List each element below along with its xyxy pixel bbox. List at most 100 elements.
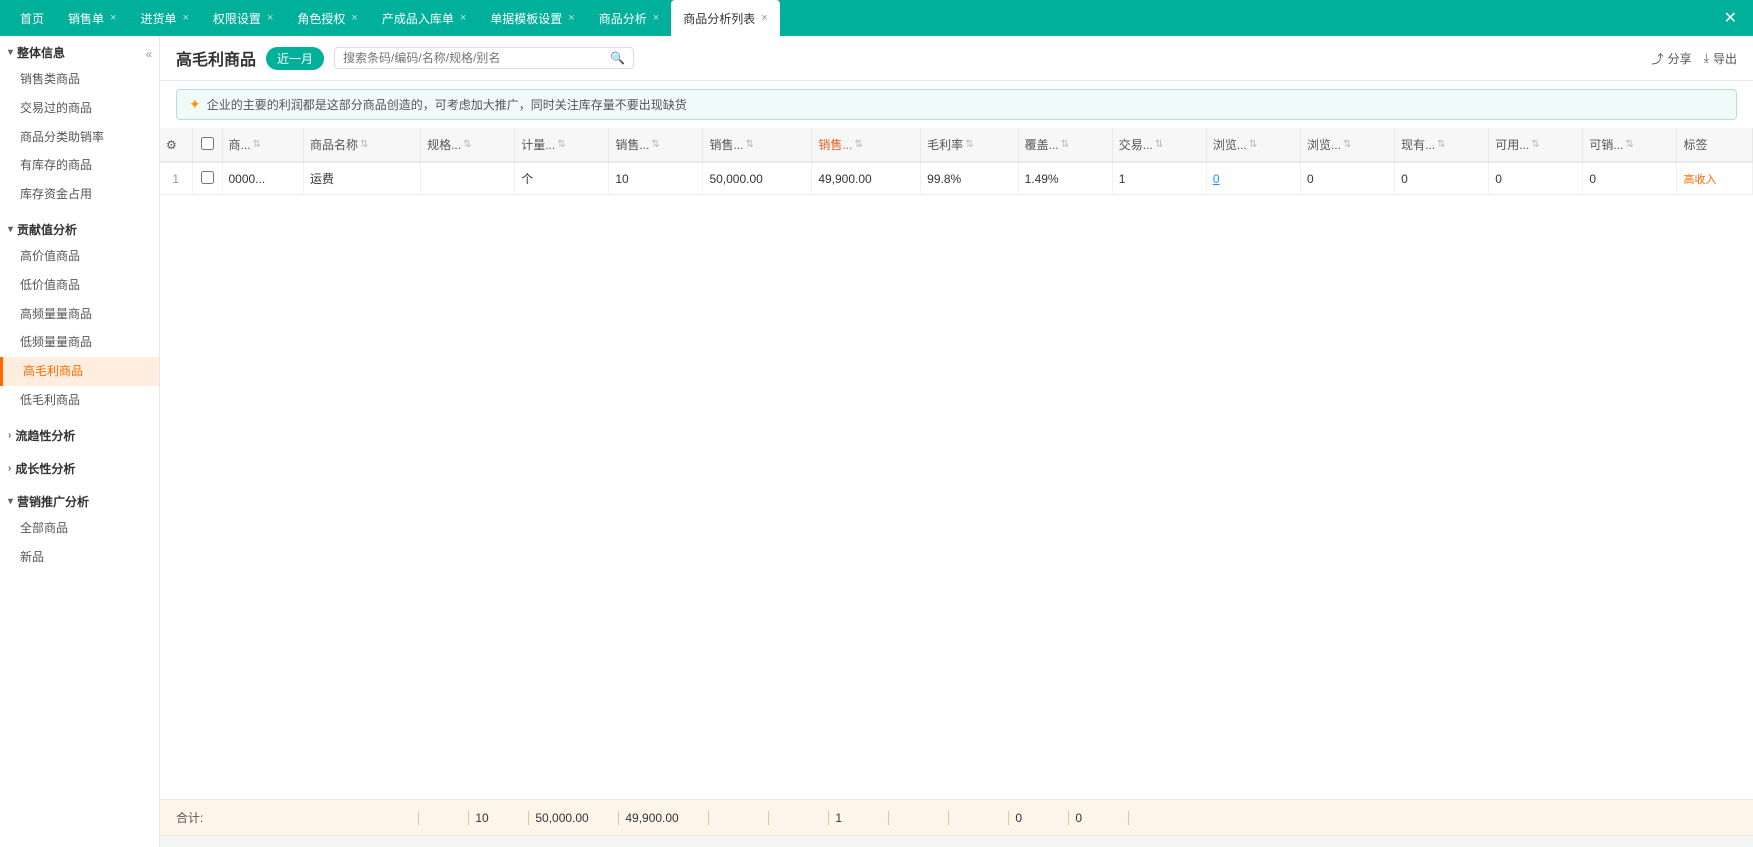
tab-analysis[interactable]: 商品分析 × [587, 0, 671, 36]
sidebar-item-high-value[interactable]: 高价值商品 [0, 242, 159, 271]
tab-template[interactable]: 单据模板设置 × [478, 0, 586, 36]
tab-analysis-list[interactable]: 商品分析列表 × [671, 0, 779, 36]
export-icon: ⤓ [1704, 51, 1709, 66]
cell-num: 1 [160, 162, 192, 195]
cell-browse1[interactable]: 0 [1206, 162, 1300, 195]
th-settings[interactable]: ⚙ [160, 128, 192, 162]
tab-analysis-list-close[interactable]: × [761, 12, 767, 24]
th-code[interactable]: 商... ⇅ [222, 128, 304, 162]
footer-cell-browse2 [949, 811, 1009, 825]
sort-sellable-icon: ⇅ [1625, 139, 1633, 150]
search-icon[interactable]: 🔍 [610, 51, 625, 65]
cell-tag: 高收入 [1677, 162, 1753, 195]
cell-checkbox[interactable] [192, 162, 222, 195]
sidebar-item-high-freq[interactable]: 高频量量商品 [0, 300, 159, 329]
select-all-checkbox[interactable] [201, 137, 214, 150]
th-margin-rate[interactable]: 毛利率 ⇅ [921, 128, 1018, 162]
sidebar-collapse-btn[interactable]: « [139, 44, 159, 64]
cell-spec [421, 162, 515, 195]
filter-recent-month[interactable]: 近一月 [266, 47, 324, 70]
th-unit[interactable]: 计量... ⇅ [515, 128, 609, 162]
sidebar-item-low-value[interactable]: 低价值商品 [0, 271, 159, 300]
data-table-wrapper[interactable]: ⚙ 商... ⇅ [160, 128, 1753, 799]
th-sellable[interactable]: 可销... ⇅ [1583, 128, 1677, 162]
sidebar-item-new-goods[interactable]: 新品 [0, 543, 159, 572]
tab-analysis-close[interactable]: × [653, 12, 659, 24]
settings-icon[interactable]: ⚙ [166, 138, 177, 152]
th-tag[interactable]: 标签 [1677, 128, 1753, 162]
sidebar-item-inventory-capital[interactable]: 库存资金占用 [0, 180, 159, 209]
footer-cell-qty: 10 [469, 811, 529, 825]
sidebar-group-wealth[interactable]: ▾ 贡献值分析 [0, 213, 159, 242]
th-name[interactable]: 商品名称 ⇅ [304, 128, 421, 162]
tab-purchase[interactable]: 进货单 × [128, 0, 200, 36]
sidebar-group-trend[interactable]: › 流趋性分析 [0, 419, 159, 448]
sidebar-section-overall: ▾ 整体信息 销售类商品 交易过的商品 商品分类助销率 有库存的商品 库存资金占… [0, 36, 159, 209]
sidebar-item-inventory-goods[interactable]: 有库存的商品 [0, 151, 159, 180]
tab-roles[interactable]: 角色授权 × [285, 0, 369, 36]
footer-cell-amount: 50,000.00 [529, 811, 619, 825]
cell-sales-qty: 10 [609, 162, 703, 195]
row-checkbox[interactable] [201, 171, 214, 184]
tab-sales-close[interactable]: × [110, 12, 116, 24]
tab-purchase-close[interactable]: × [182, 12, 188, 24]
sort-spec-icon: ⇅ [463, 139, 471, 150]
sidebar-item-category-assist[interactable]: 商品分类助销率 [0, 123, 159, 152]
tab-permissions[interactable]: 权限设置 × [201, 0, 285, 36]
sort-qty-icon: ⇅ [651, 139, 659, 150]
sidebar-group-marketing[interactable]: ▾ 营销推广分析 [0, 485, 159, 514]
sidebar-section-trend: › 流趋性分析 [0, 419, 159, 448]
th-browse2[interactable]: 浏览... ⇅ [1300, 128, 1394, 162]
sidebar-group-overall[interactable]: ▾ 整体信息 [0, 36, 159, 65]
tab-products-close[interactable]: × [460, 12, 466, 24]
tab-sales[interactable]: 销售单 × [56, 0, 128, 36]
arrow-marketing-icon: ▾ [8, 496, 13, 507]
th-current-inv[interactable]: 现有... ⇅ [1395, 128, 1489, 162]
th-spec[interactable]: 规格... ⇅ [421, 128, 515, 162]
sort-browse1-icon: ⇅ [1249, 139, 1257, 150]
close-all-tabs[interactable]: ✕ [1716, 8, 1745, 28]
th-transaction[interactable]: 交易... ⇅ [1112, 128, 1206, 162]
info-icon: ✦ [189, 96, 201, 113]
tab-products-in[interactable]: 产成品入库单 × [370, 0, 478, 36]
sidebar-item-all-goods[interactable]: 全部商品 [0, 514, 159, 543]
th-sales-qty[interactable]: 销售... ⇅ [609, 128, 703, 162]
header-actions: ⤴ 分享 ⤓ 导出 [1652, 50, 1737, 67]
share-icon: ⤴ [1652, 50, 1664, 67]
export-button[interactable]: ⤓ 导出 [1704, 50, 1737, 67]
sidebar-group-growth[interactable]: › 成长性分析 [0, 452, 159, 481]
cell-coverage: 1.49% [1018, 162, 1112, 195]
tab-home[interactable]: 首页 [8, 0, 56, 36]
sidebar-item-low-freq[interactable]: 低频量量商品 [0, 328, 159, 357]
search-input[interactable] [343, 51, 604, 65]
th-sales-cost[interactable]: 销售... ⇅ [812, 128, 921, 162]
search-box: 🔍 [334, 47, 634, 69]
horizontal-scrollbar[interactable] [160, 835, 1753, 847]
footer-cell-cost: 49,900.00 [619, 811, 709, 825]
sidebar-item-high-margin[interactable]: 高毛利商品 [0, 357, 159, 386]
th-browse1[interactable]: 浏览... ⇅ [1206, 128, 1300, 162]
sort-cost-icon: ⇅ [854, 139, 862, 150]
tab-roles-close[interactable]: × [351, 12, 357, 24]
th-avail-inv[interactable]: 可用... ⇅ [1489, 128, 1583, 162]
sort-name-icon: ⇅ [360, 139, 368, 150]
sidebar-section-growth: › 成长性分析 [0, 452, 159, 481]
sidebar-item-sales-goods[interactable]: 销售类商品 [0, 65, 159, 94]
arrow-overall-icon: ▾ [8, 47, 13, 58]
th-sales-amount[interactable]: 销售... ⇅ [703, 128, 812, 162]
arrow-trend-icon: › [8, 430, 11, 441]
share-button[interactable]: ⤴ 分享 [1652, 50, 1692, 67]
sidebar-item-low-margin[interactable]: 低毛利商品 [0, 386, 159, 415]
sidebar-item-traded-goods[interactable]: 交易过的商品 [0, 94, 159, 123]
tab-template-close[interactable]: × [568, 12, 574, 24]
footer-cell-margin [709, 811, 769, 825]
tab-permissions-close[interactable]: × [267, 12, 273, 24]
cell-name[interactable]: 运费 [304, 162, 421, 195]
sort-code-icon: ⇅ [253, 139, 261, 150]
th-checkbox[interactable] [192, 128, 222, 162]
footer-cell-browse1 [889, 811, 949, 825]
sort-amount-icon: ⇅ [745, 139, 753, 150]
footer-cell-current: 0 [1009, 811, 1069, 825]
th-coverage[interactable]: 覆盖... ⇅ [1018, 128, 1112, 162]
cell-code: 0000... [222, 162, 304, 195]
